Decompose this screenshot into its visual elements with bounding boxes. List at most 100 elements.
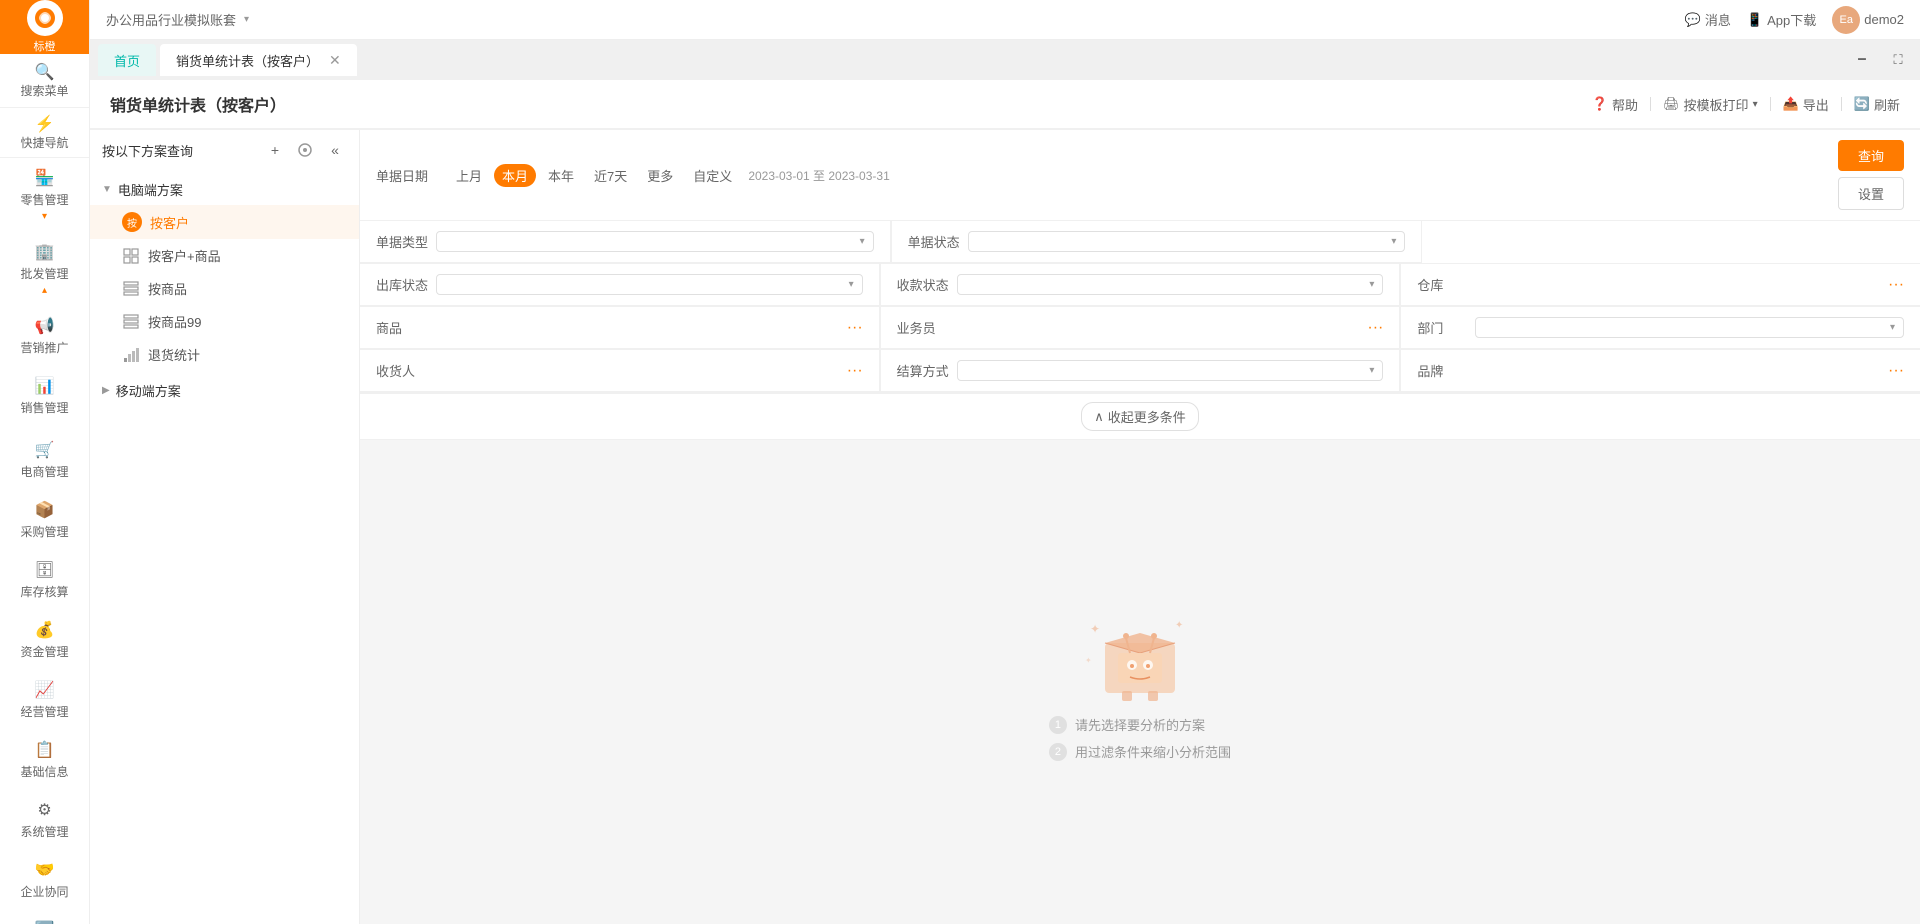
operations-label: 经营管理	[20, 703, 68, 720]
export-icon: 📤	[1783, 96, 1799, 112]
scheme-icon-return-stats	[122, 346, 140, 364]
ecommerce-label: 电商管理	[20, 463, 68, 480]
enterprise-icon: 🤝	[35, 860, 55, 880]
scheme-item-by-product-99[interactable]: 按商品99	[90, 305, 359, 338]
wholesale-icon: 🏢	[35, 242, 55, 262]
brand-dots[interactable]: ···	[1888, 362, 1904, 380]
export-label: 导出	[1803, 95, 1829, 114]
doc-status-select[interactable]: ▾	[968, 231, 1406, 252]
settlement-select[interactable]: ▾	[957, 360, 1384, 381]
sidebar-item-wholesale[interactable]: 🏢 批发管理 ▴	[0, 232, 89, 306]
date-tab-custom[interactable]: 自定义	[685, 164, 740, 187]
outbound-select[interactable]: ▾	[436, 274, 863, 295]
department-select[interactable]: ▾	[1475, 317, 1904, 338]
filter-cell-outbound: 出库状态 ▾	[360, 264, 880, 306]
scheme-item-by-customer[interactable]: 按 按客户	[90, 205, 359, 239]
sidebar-item-basics[interactable]: 📋 基础信息	[0, 730, 89, 790]
sales-icon: 📊	[35, 376, 55, 396]
scheme-edit-button[interactable]	[293, 138, 317, 162]
logo-text: 标橙	[34, 38, 56, 54]
sidebar-search-menu[interactable]: 🔍 搜索菜单	[0, 54, 89, 108]
print-button[interactable]: 🖨 按模板打印 ▾	[1663, 95, 1758, 114]
collapse-button[interactable]: ∧ 收起更多条件	[1081, 402, 1199, 431]
doc-type-select[interactable]: ▾	[436, 231, 874, 252]
sidebar-item-ecommerce[interactable]: 🛒 电商管理	[0, 430, 89, 490]
scheme-item-by-customer-label: 按客户	[150, 213, 189, 232]
refresh-icon: 🔄	[1854, 96, 1870, 112]
sidebar-item-marketing[interactable]: 📢 营销推广	[0, 306, 89, 366]
filter-row-3: 商品 ··· 业务员 ··· 部门	[360, 307, 1920, 350]
tab-minimize-button[interactable]: 🗕	[1848, 46, 1876, 74]
sidebar-item-finance[interactable]: 💰 资金管理	[0, 610, 89, 670]
date-tab-last-7[interactable]: 近7天	[586, 164, 635, 187]
basics-label: 基础信息	[20, 763, 68, 780]
scheme-group-mobile-label: 移动端方案	[116, 381, 181, 400]
outbound-arrow: ▾	[849, 279, 854, 290]
scheme-item-return-stats[interactable]: 退货统计	[90, 338, 359, 371]
warehouse-dots[interactable]: ···	[1888, 276, 1904, 294]
filter-row-1: 单据类型 ▾ 单据状态 ▾	[360, 221, 1920, 264]
tab-sales-stats-label: 销货单统计表（按客户）	[176, 51, 319, 70]
svg-text:✦: ✦	[1090, 622, 1100, 636]
scheme-add-button[interactable]: +	[263, 138, 287, 162]
empty-illustration: ✦ ✦ ✦	[1080, 603, 1200, 703]
sidebar-item-system[interactable]: ⚙ 系统管理	[0, 790, 89, 850]
content-wrapper: 按以下方案查询 + « ▼ 电脑端方案 按	[90, 129, 1920, 924]
settings-button[interactable]: 设置	[1838, 177, 1904, 210]
refresh-button[interactable]: 🔄 刷新	[1854, 95, 1900, 114]
tab-close-icon[interactable]: ✕	[329, 52, 341, 69]
scheme-collapse-button[interactable]: «	[323, 138, 347, 162]
help-button[interactable]: ❓ 帮助	[1592, 95, 1638, 114]
filter-cell-empty-1	[1422, 221, 1920, 263]
settlement-arrow: ▾	[1369, 365, 1374, 376]
date-tab-more[interactable]: 更多	[639, 164, 681, 187]
export-button[interactable]: 📤 导出	[1783, 95, 1829, 114]
brand-label: 品牌	[1417, 361, 1467, 380]
scheme-group-mobile-header[interactable]: ▶ 移动端方案	[90, 375, 359, 406]
filter-row-2: 出库状态 ▾ 收款状态 ▾	[360, 264, 1920, 307]
filter-row-4: 收货人 ··· 结算方式 ▾	[360, 350, 1920, 393]
tab-maximize-button[interactable]: ⛶	[1884, 46, 1912, 74]
payment-label: 收款状态	[897, 275, 949, 294]
product-dots[interactable]: ···	[847, 319, 863, 337]
wholesale-label: 批发管理	[20, 265, 68, 282]
payment-select[interactable]: ▾	[957, 274, 1384, 295]
scheme-group-desktop-header[interactable]: ▼ 电脑端方案	[90, 174, 359, 205]
date-tab-last-month[interactable]: 上月	[448, 164, 490, 187]
sidebar-item-sales[interactable]: 📊 销售管理	[0, 366, 89, 426]
sidebar-quick-nav[interactable]: ⚡ 快捷导航	[0, 108, 89, 158]
tab-home[interactable]: 首页	[98, 44, 156, 76]
scheme-item-customer-product[interactable]: 按客户+商品	[90, 239, 359, 272]
print-label: 按模板打印	[1684, 95, 1749, 114]
sidebar-item-enterprise[interactable]: 🤝 企业协同	[0, 850, 89, 910]
sidebar-item-purchase[interactable]: 📦 采购管理	[0, 490, 89, 550]
tab-sales-stats[interactable]: 销货单统计表（按客户） ✕	[160, 44, 357, 76]
purchase-icon: 📦	[35, 500, 55, 520]
query-button[interactable]: 查询	[1838, 140, 1904, 171]
receiver-dots[interactable]: ···	[847, 362, 863, 380]
settlement-label: 结算方式	[897, 361, 949, 380]
industry-dropdown-icon[interactable]: ▾	[244, 14, 249, 25]
sidebar-item-retail[interactable]: 🏪 零售管理 ▾	[0, 158, 89, 232]
scheme-icon-by-product-99	[122, 313, 140, 331]
sales-label: 销售管理	[20, 399, 68, 416]
product-label: 商品	[376, 318, 426, 337]
header-left: 办公用品行业模拟账套 ▾	[106, 10, 249, 29]
scheme-item-by-product[interactable]: 按商品	[90, 272, 359, 305]
app-download-item[interactable]: 📱 App下载	[1747, 10, 1816, 29]
retail-arrow: ▾	[42, 211, 47, 222]
purchase-label: 采购管理	[20, 523, 68, 540]
filter-cell-settlement: 结算方式 ▾	[880, 350, 1401, 392]
message-item[interactable]: 💬 消息	[1685, 10, 1731, 29]
date-tab-this-month[interactable]: 本月	[494, 164, 536, 187]
sidebar-item-inventory[interactable]: 🗄 库存核算	[0, 550, 89, 610]
print-icon: 🖨	[1663, 96, 1680, 112]
sidebar-item-newuser[interactable]: 🆕 新手引导	[0, 910, 89, 924]
scheme-icon-customer-product	[122, 247, 140, 265]
date-tab-this-year[interactable]: 本年	[540, 164, 582, 187]
department-label: 部门	[1417, 318, 1467, 337]
sidebar-item-operations[interactable]: 📈 经营管理	[0, 670, 89, 730]
scheme-group-arrow: ▼	[102, 184, 112, 195]
salesperson-dots[interactable]: ···	[1367, 319, 1383, 337]
user-menu[interactable]: Ea demo2	[1832, 6, 1904, 34]
